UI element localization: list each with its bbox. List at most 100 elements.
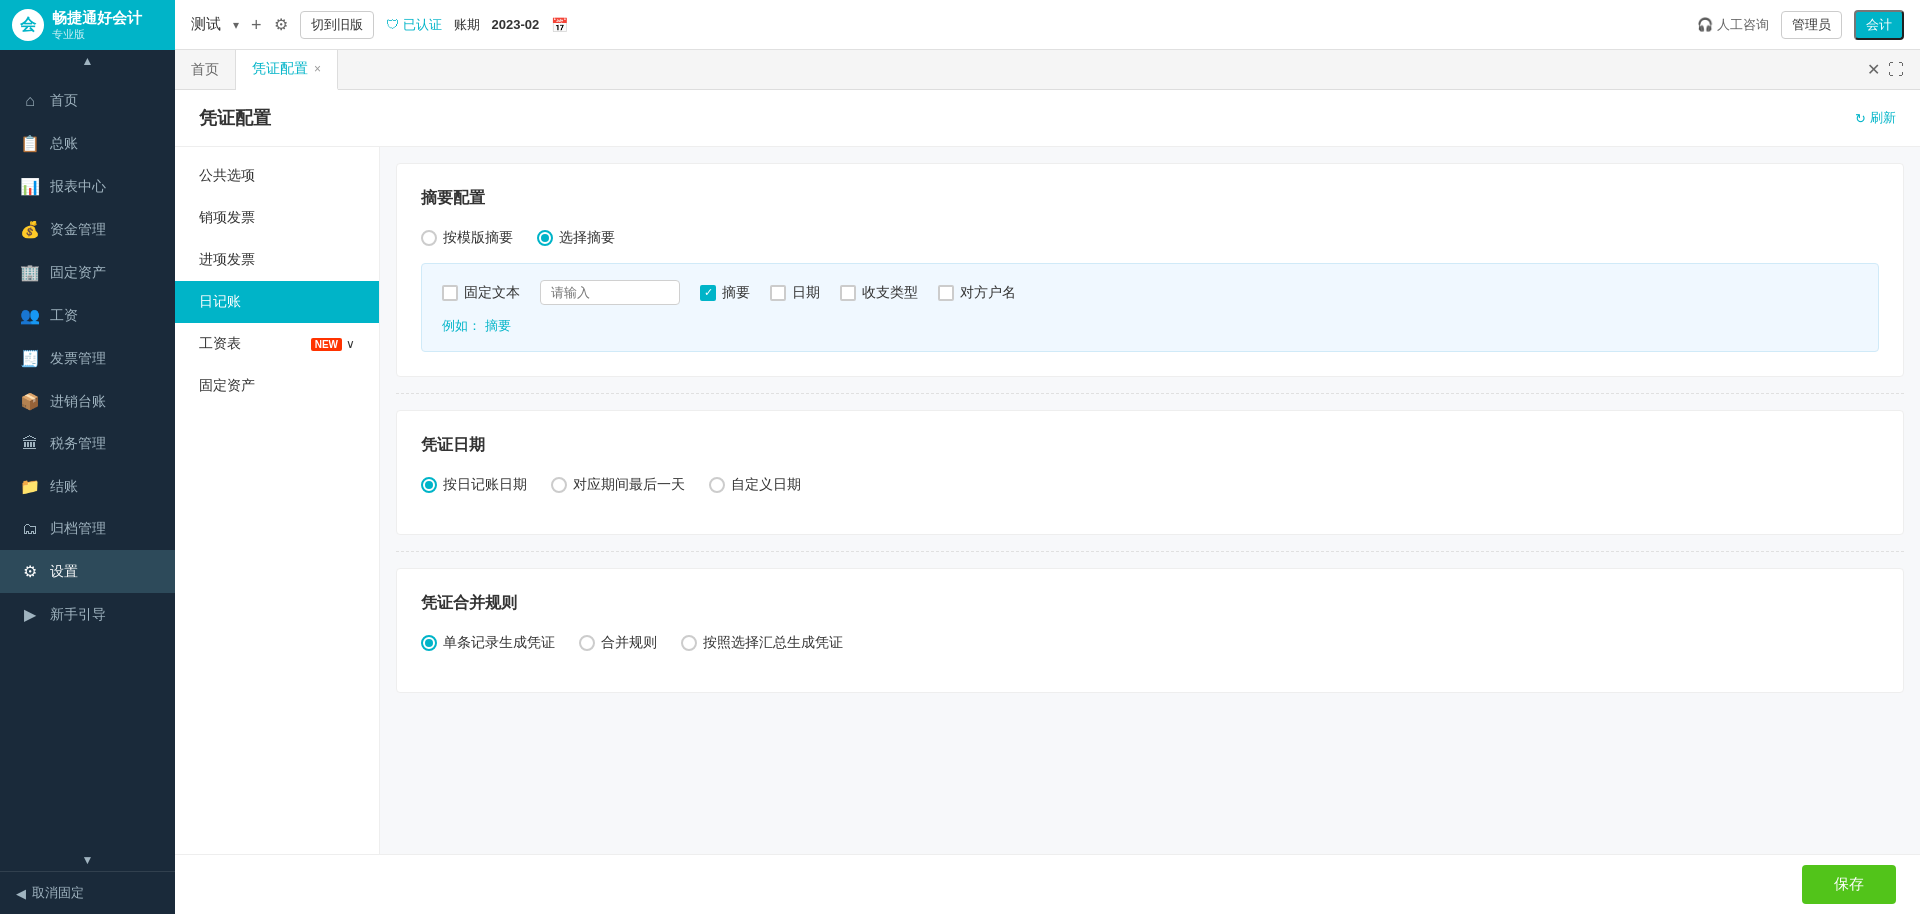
merge-config-section: 凭证合并规则 单条记录生成凭证 合并规则 按照选择汇总生成凭证 [396, 568, 1904, 693]
tab-close-btn[interactable]: × [314, 62, 321, 76]
sidebar-icon-archive: 🗂 [20, 520, 40, 538]
consult-text: 人工咨询 [1717, 16, 1769, 34]
scroll-down-btn[interactable]: ▼ [82, 853, 94, 867]
sidebar-icon-tax: 🏛 [20, 435, 40, 453]
left-menu-item-diary[interactable]: 日记账 [175, 281, 379, 323]
sidebar-item-archive[interactable]: 🗂 归档管理 [0, 508, 175, 550]
sidebar-item-tax[interactable]: 🏛 税务管理 [0, 423, 175, 465]
sidebar: 会 畅捷通好会计 专业版 ▲ ⌂ 首页 📋 总账 📊 报表中心 💰 资金管理 🏢… [0, 0, 175, 914]
sidebar-label-payroll: 工资 [50, 307, 78, 325]
left-menu-label-payroll: 工资表 [199, 335, 241, 353]
expand-btn[interactable]: ⛶ [1884, 57, 1908, 83]
radio-merge[interactable]: 合并规则 [579, 634, 657, 652]
page-header: 凭证配置 ↻ 刷新 [175, 90, 1920, 147]
merge-section-title: 凭证合并规则 [421, 593, 1879, 614]
counterpart-checkbox [938, 285, 954, 301]
period-value: 2023-02 [492, 17, 540, 32]
merge-radio-group: 单条记录生成凭证 合并规则 按照选择汇总生成凭证 [421, 634, 1879, 652]
radio-select-abstract[interactable]: 选择摘要 [537, 229, 615, 247]
radio-template-abstract[interactable]: 按模版摘要 [421, 229, 513, 247]
radio-diary-date[interactable]: 按日记账日期 [421, 476, 527, 494]
sidebar-icon-guide: ▶ [20, 605, 40, 624]
abstract-radio-group: 按模版摘要 选择摘要 [421, 229, 1879, 247]
fixed-text-input[interactable] [540, 280, 680, 305]
checkbox-date[interactable]: 日期 [770, 284, 820, 302]
calendar-icon[interactable]: 📅 [551, 17, 568, 33]
sidebar-label-closing: 结账 [50, 478, 78, 496]
sidebar-item-sales_ledger[interactable]: 📦 进销台账 [0, 380, 175, 423]
certified-text: 已认证 [403, 16, 442, 34]
left-menu-item-payroll[interactable]: 工资表NEW∨ [175, 323, 379, 365]
settings-icon[interactable]: ⚙ [274, 15, 288, 34]
add-company-btn[interactable]: + [251, 16, 262, 34]
company-name: 测试 [191, 15, 221, 34]
fixed-text-checkbox [442, 285, 458, 301]
sidebar-label-invoice: 发票管理 [50, 350, 106, 368]
left-menu-item-purchase[interactable]: 进项发票 [175, 239, 379, 281]
sidebar-icon-sales_ledger: 📦 [20, 392, 40, 411]
sidebar-item-payroll[interactable]: 👥 工资 [0, 294, 175, 337]
pin-label: 取消固定 [32, 884, 84, 902]
close-tab-btn[interactable]: ✕ [1863, 56, 1884, 83]
sidebar-item-fixed_asset[interactable]: 🏢 固定资产 [0, 251, 175, 294]
date-radio-group: 按日记账日期 对应期间最后一天 自定义日期 [421, 476, 1879, 494]
abstract-checkbox [700, 285, 716, 301]
radio-merge-label: 合并规则 [601, 634, 657, 652]
counterpart-label: 对方户名 [960, 284, 1016, 302]
checkbox-income-type[interactable]: 收支类型 [840, 284, 918, 302]
consult-btn[interactable]: 🎧 人工咨询 [1697, 16, 1769, 34]
date-section-title: 凭证日期 [421, 435, 1879, 456]
accountant-btn[interactable]: 会计 [1854, 10, 1904, 40]
checkbox-fixed-text[interactable]: 固定文本 [442, 284, 520, 302]
income-type-label: 收支类型 [862, 284, 918, 302]
sidebar-item-invoice[interactable]: 🧾 发票管理 [0, 337, 175, 380]
left-menu-item-public[interactable]: 公共选项 [175, 155, 379, 197]
sidebar-item-home[interactable]: ⌂ 首页 [0, 80, 175, 122]
sidebar-label-fixed_asset: 固定资产 [50, 264, 106, 282]
left-menu-item-fixed_asset[interactable]: 固定资产 [175, 365, 379, 407]
sidebar-label-guide: 新手引导 [50, 606, 106, 624]
radio-template-circle [421, 230, 437, 246]
refresh-btn[interactable]: ↻ 刷新 [1855, 109, 1896, 127]
checkbox-abstract[interactable]: 摘要 [700, 284, 750, 302]
sidebar-item-report[interactable]: 📊 报表中心 [0, 165, 175, 208]
sidebar-item-closing[interactable]: 📁 结账 [0, 465, 175, 508]
radio-single-circle [421, 635, 437, 651]
radio-period-last[interactable]: 对应期间最后一天 [551, 476, 685, 494]
old-version-btn[interactable]: 切到旧版 [300, 11, 374, 39]
sidebar-label-tax: 税务管理 [50, 435, 106, 453]
tab-home[interactable]: 首页 [175, 50, 236, 90]
sidebar-label-fund: 资金管理 [50, 221, 106, 239]
radio-diary-circle [421, 477, 437, 493]
radio-single[interactable]: 单条记录生成凭证 [421, 634, 555, 652]
example-label: 例如： [442, 318, 481, 333]
page-title: 凭证配置 [199, 106, 271, 130]
save-button[interactable]: 保存 [1802, 865, 1896, 904]
radio-select-circle [537, 230, 553, 246]
tab-voucher-config[interactable]: 凭证配置 × [236, 50, 338, 90]
manager-btn[interactable]: 管理员 [1781, 11, 1842, 39]
refresh-label: 刷新 [1870, 109, 1896, 127]
tab-actions: ✕ ⛶ [1863, 56, 1920, 83]
sidebar-label-settings: 设置 [50, 563, 78, 581]
company-dropdown-btn[interactable]: ▾ [233, 18, 239, 32]
example-value: 摘要 [485, 318, 511, 333]
sidebar-item-fund[interactable]: 💰 资金管理 [0, 208, 175, 251]
tab-home-label: 首页 [191, 61, 219, 79]
tabbar: 首页 凭证配置 × ✕ ⛶ [175, 50, 1920, 90]
abstract-label: 摘要 [722, 284, 750, 302]
sidebar-item-settings[interactable]: ⚙ 设置 [0, 550, 175, 593]
sidebar-item-guide[interactable]: ▶ 新手引导 [0, 593, 175, 636]
right-panel: 摘要配置 按模版摘要 选择摘要 [380, 147, 1920, 854]
checkbox-counterpart[interactable]: 对方户名 [938, 284, 1016, 302]
sidebar-item-ledger[interactable]: 📋 总账 [0, 122, 175, 165]
sidebar-icon-ledger: 📋 [20, 134, 40, 153]
radio-summary[interactable]: 按照选择汇总生成凭证 [681, 634, 843, 652]
radio-summary-circle [681, 635, 697, 651]
left-menu-item-sales[interactable]: 销项发票 [175, 197, 379, 239]
sidebar-pin-footer[interactable]: ◀ 取消固定 [0, 871, 175, 914]
scroll-up-btn[interactable]: ▲ [82, 54, 94, 68]
example-line: 例如： 摘要 [442, 317, 1858, 335]
radio-custom-date[interactable]: 自定义日期 [709, 476, 801, 494]
sidebar-label-sales_ledger: 进销台账 [50, 393, 106, 411]
